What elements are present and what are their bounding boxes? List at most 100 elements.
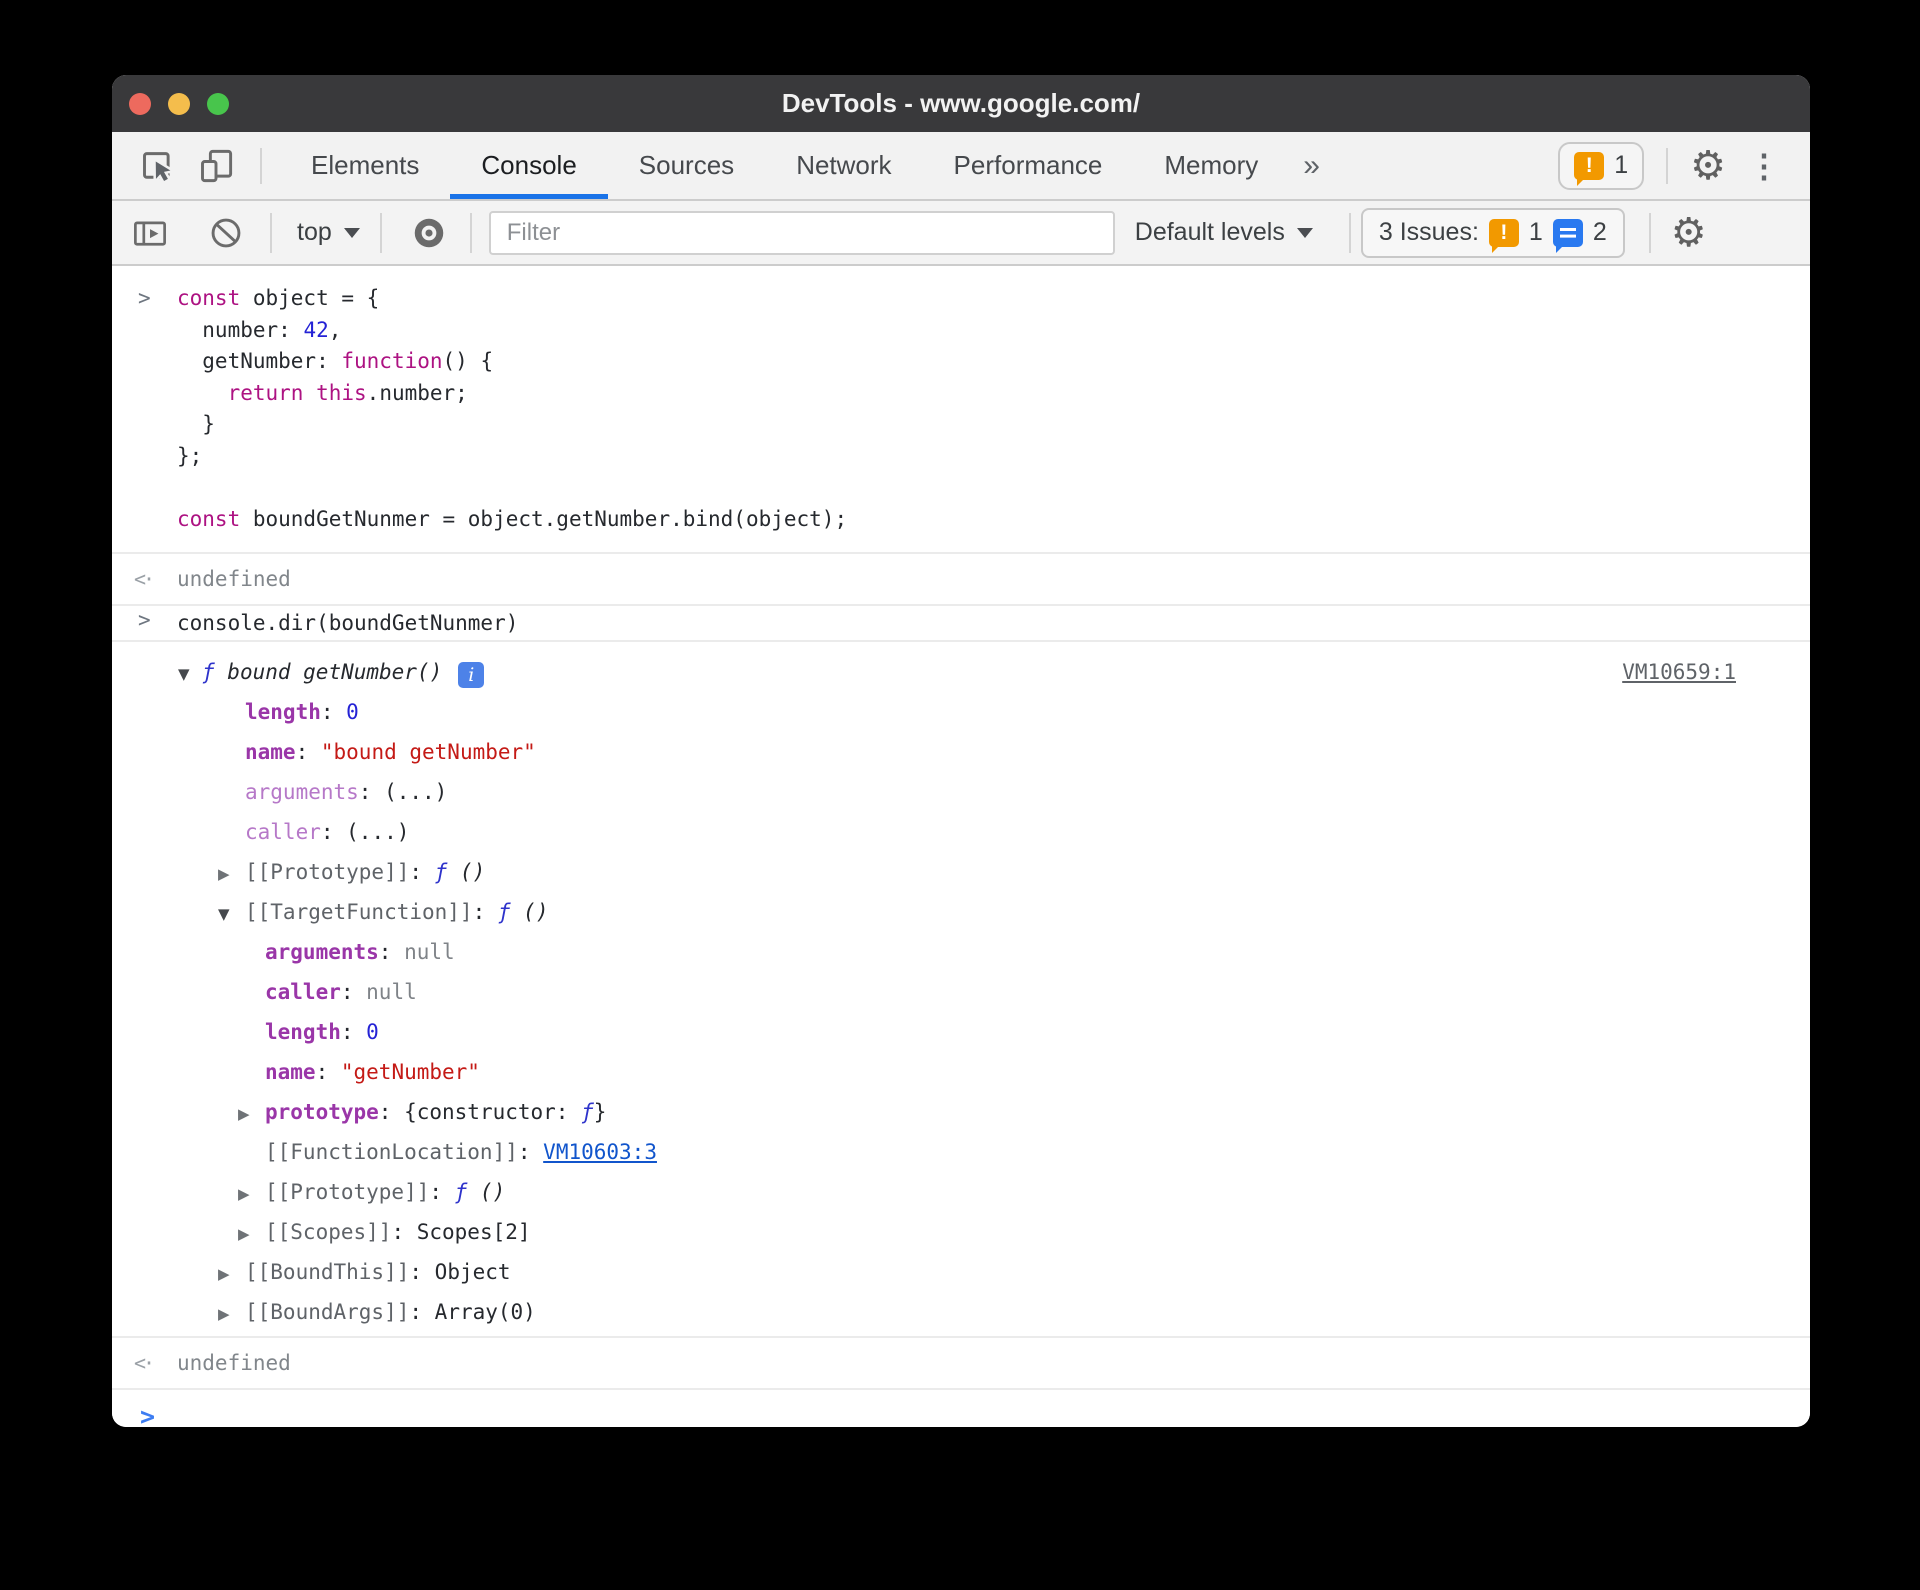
code-token: function	[341, 349, 443, 373]
code-token: :	[409, 1300, 435, 1324]
console-messages: > const object = { number: 42, getNumber…	[112, 266, 1810, 1427]
console-sidebar-icon[interactable]	[132, 215, 168, 251]
code-token: [[BoundArgs]]	[245, 1300, 410, 1324]
return-value-icon: <·	[134, 1351, 155, 1375]
filter-input[interactable]	[488, 210, 1115, 255]
function-info-icon[interactable]: i	[458, 662, 485, 688]
toolbar-divider	[270, 212, 272, 253]
tab-network[interactable]: Network	[765, 132, 922, 199]
log-levels-selector[interactable]: Default levels	[1135, 218, 1285, 247]
code-token: :	[340, 1020, 367, 1044]
code-token: getNumber:	[177, 349, 342, 373]
tab-console[interactable]: Console	[450, 132, 609, 199]
code-token: number:	[177, 317, 304, 342]
code-token: object = {	[240, 286, 380, 310]
settings-gear-icon[interactable]: ⚙	[1690, 146, 1726, 186]
code-token: caller	[245, 820, 321, 844]
kebab-menu-icon[interactable]: ⋮	[1748, 147, 1780, 185]
expand-triangle-icon[interactable]: ▶	[238, 1094, 265, 1134]
tree-row: length: 0	[112, 692, 1810, 732]
code-token: :	[391, 1220, 417, 1244]
console-settings-gear-icon[interactable]: ⚙	[1671, 213, 1707, 253]
code-token: name	[265, 1060, 316, 1084]
collapse-triangle-icon[interactable]: ▼	[178, 654, 202, 694]
code-token: :	[517, 1140, 544, 1164]
context-selector[interactable]: top	[297, 218, 332, 247]
code-token: ()	[447, 860, 486, 884]
code-token: :	[472, 900, 498, 924]
close-window-button[interactable]	[129, 92, 151, 115]
input-chevron-icon: >	[138, 286, 151, 310]
source-link[interactable]: VM10603:3	[543, 1140, 657, 1164]
clear-console-icon[interactable]	[208, 215, 244, 251]
tab-memory[interactable]: Memory	[1133, 132, 1289, 199]
expand-triangle-icon[interactable]: ▶	[218, 1294, 245, 1334]
issues-message-count: 2	[1592, 218, 1607, 246]
code-token: :	[409, 1260, 435, 1284]
toolbar-right-cluster: ! 1 ⚙ ⋮	[1558, 141, 1810, 190]
code-token: Object	[434, 1260, 511, 1284]
code-token: :	[320, 820, 347, 844]
warning-bubble-icon: !	[1574, 151, 1605, 186]
issues-button[interactable]: 3 Issues: ! 1 2	[1360, 207, 1625, 258]
tree-row: arguments: null	[112, 932, 1810, 972]
code-token: :	[378, 940, 405, 964]
prompt-chevron-icon: >	[140, 1402, 156, 1427]
console-prompt[interactable]: >	[112, 1390, 1810, 1427]
tree-row: ▼ [[TargetFunction]]: ƒ ()	[112, 892, 1810, 932]
tree-row: ▶ [[Scopes]]: Scopes[2]	[112, 1212, 1810, 1252]
tree-row: arguments: (...)	[112, 772, 1810, 812]
code-token: name	[245, 740, 296, 764]
code-token: [[Scopes]]	[265, 1220, 392, 1244]
devtools-window: DevTools - www.google.com/ Elements Conso…	[112, 75, 1810, 1427]
code-line: number: 42,	[177, 315, 1810, 347]
source-location-link[interactable]: VM10659:1	[1622, 652, 1736, 692]
inspect-element-icon[interactable]	[140, 148, 176, 184]
minimize-window-button[interactable]	[168, 92, 190, 115]
code-token: "bound getNumber"	[320, 740, 536, 764]
code-token: }	[177, 412, 215, 436]
console-toolbar: top Default levels 3 Issues: ! 1 2 ⚙	[112, 201, 1810, 266]
tree-row: caller: (...)	[112, 812, 1810, 852]
zoom-window-button[interactable]	[207, 92, 229, 115]
message-bubble-icon	[1552, 218, 1583, 253]
code-token: ƒ	[497, 900, 511, 924]
code-token: boundGetNunmer = object.getNumber.bind(o…	[240, 506, 848, 531]
code-line: return this.number;	[177, 378, 1810, 410]
code-token: [[TargetFunction]]	[245, 900, 473, 924]
code-token: (...)	[384, 780, 448, 804]
tab-performance[interactable]: Performance	[923, 132, 1134, 199]
expand-triangle-icon[interactable]: ▶	[238, 1214, 265, 1254]
tab-elements[interactable]: Elements	[280, 132, 450, 199]
toolbar-divider	[469, 212, 472, 253]
console-eval-entry: > console.dir(boundGetNunmer)	[112, 606, 1810, 642]
console-input-entry: > const object = { number: 42, getNumber…	[112, 266, 1810, 554]
toolbar-divider	[260, 147, 262, 184]
code-line: getNumber: function() {	[177, 346, 1810, 378]
collapse-triangle-icon[interactable]: ▼	[218, 894, 245, 934]
live-expression-eye-icon[interactable]	[410, 214, 448, 252]
toolbar-divider	[1348, 212, 1351, 253]
expand-triangle-icon[interactable]: ▶	[218, 1254, 245, 1294]
code-token: [[Prototype]]	[265, 1180, 430, 1204]
more-tabs-icon[interactable]: »	[1289, 149, 1334, 183]
tab-sources[interactable]: Sources	[608, 132, 765, 199]
code-token: ƒ	[454, 1180, 468, 1204]
error-badge-button[interactable]: ! 1	[1558, 141, 1645, 190]
tree-row: name: "bound getNumber"	[112, 732, 1810, 772]
chevron-down-icon	[1296, 227, 1313, 238]
code-token: ,	[328, 317, 342, 342]
tree-row: ▶ prototype: {constructor: ƒ}	[112, 1092, 1810, 1132]
code-token: };	[177, 443, 203, 468]
expand-triangle-icon[interactable]: ▶	[218, 854, 245, 894]
console-eval-code: console.dir(boundGetNunmer)	[112, 606, 1810, 640]
expand-triangle-icon[interactable]: ▶	[238, 1174, 265, 1214]
object-tree: ▼ ƒ bound getNumber() i VM10659:1 length: 0n…	[112, 642, 1810, 1336]
code-token: ƒ	[202, 660, 215, 684]
code-token: this	[316, 380, 367, 405]
device-toolbar-icon[interactable]	[198, 148, 234, 184]
code-token: :	[409, 860, 435, 884]
code-token: : {constructor:	[378, 1100, 582, 1124]
